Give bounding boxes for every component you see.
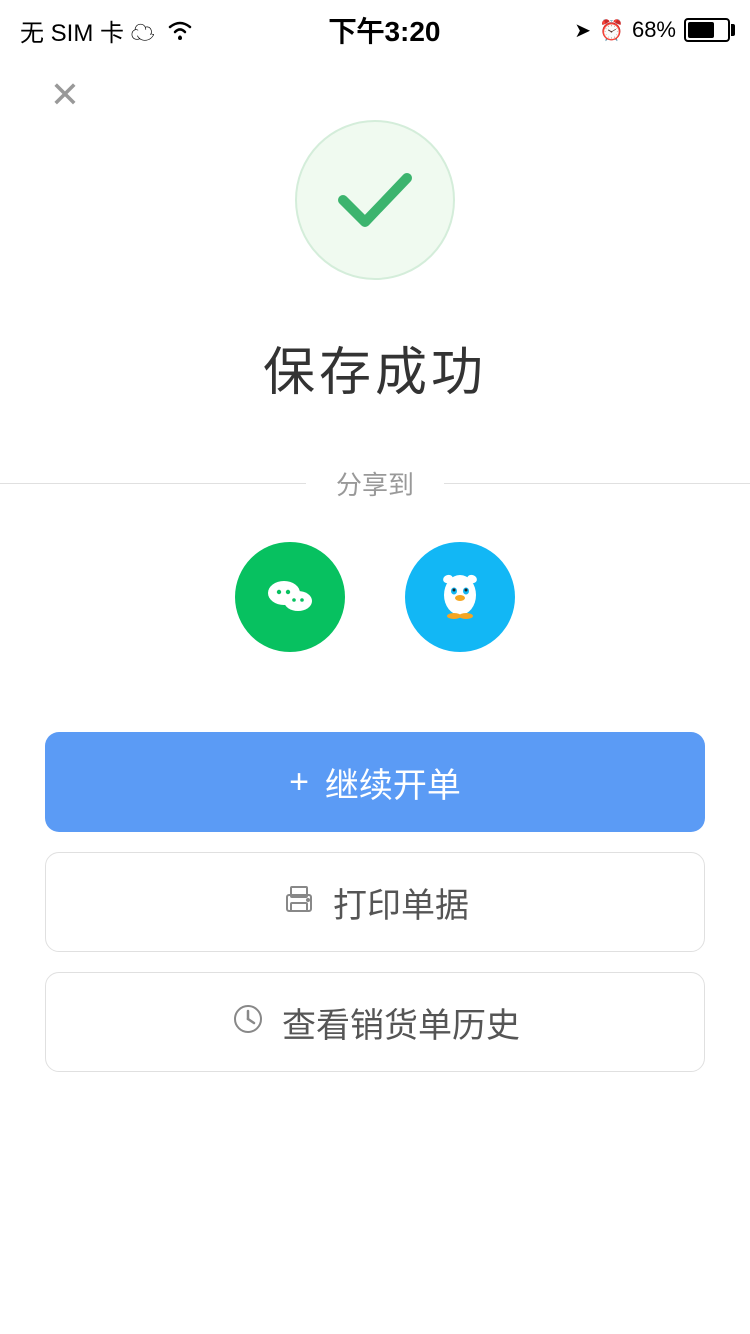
alarm-icon: ⏰ [599,18,624,43]
view-history-button[interactable]: 查看销货单历史 [45,972,705,1072]
success-title: 保存成功 [263,330,487,405]
close-icon: ✕ [50,77,80,113]
status-left: 无 SIM 卡 ☁ [20,13,195,48]
divider-left [0,483,306,484]
close-button[interactable]: ✕ [40,70,90,120]
share-icons [0,542,750,652]
divider-right [444,483,750,484]
location-icon: ➤ [574,18,591,43]
history-label: 查看销货单历史 [282,998,520,1047]
clock-svg [230,1001,266,1037]
battery-percent: 68% [632,17,676,43]
print-label: 打印单据 [333,878,469,927]
continue-label: 继续开单 [325,758,461,807]
share-qq-button[interactable] [405,542,515,652]
share-section: 分享到 [0,465,750,652]
battery-icon [684,18,730,42]
qq-icon [428,565,492,629]
battery-fill [688,22,714,38]
continue-order-button[interactable]: + 继续开单 [45,732,705,832]
share-wechat-button[interactable] [235,542,345,652]
share-divider: 分享到 [0,465,750,502]
status-bar: 无 SIM 卡 ☁ 下午3:20 ➤ ⏰ 68% [0,0,750,60]
printer-icon [281,881,317,923]
main-content: 保存成功 分享到 [0,60,750,1072]
wechat-icon [258,565,322,629]
wifi-icon [165,19,195,41]
share-label: 分享到 [306,465,444,502]
no-sim-label: 无 SIM 卡 ☁ [20,13,155,48]
status-right: ➤ ⏰ 68% [574,17,730,43]
clock-icon [230,1001,266,1043]
print-button[interactable]: 打印单据 [45,852,705,952]
plus-icon: + [289,765,309,799]
success-circle [295,120,455,280]
status-time: 下午3:20 [328,10,440,50]
printer-svg [281,881,317,917]
checkmark-icon [335,170,415,230]
action-buttons: + 继续开单 打印单据 [45,732,705,1072]
